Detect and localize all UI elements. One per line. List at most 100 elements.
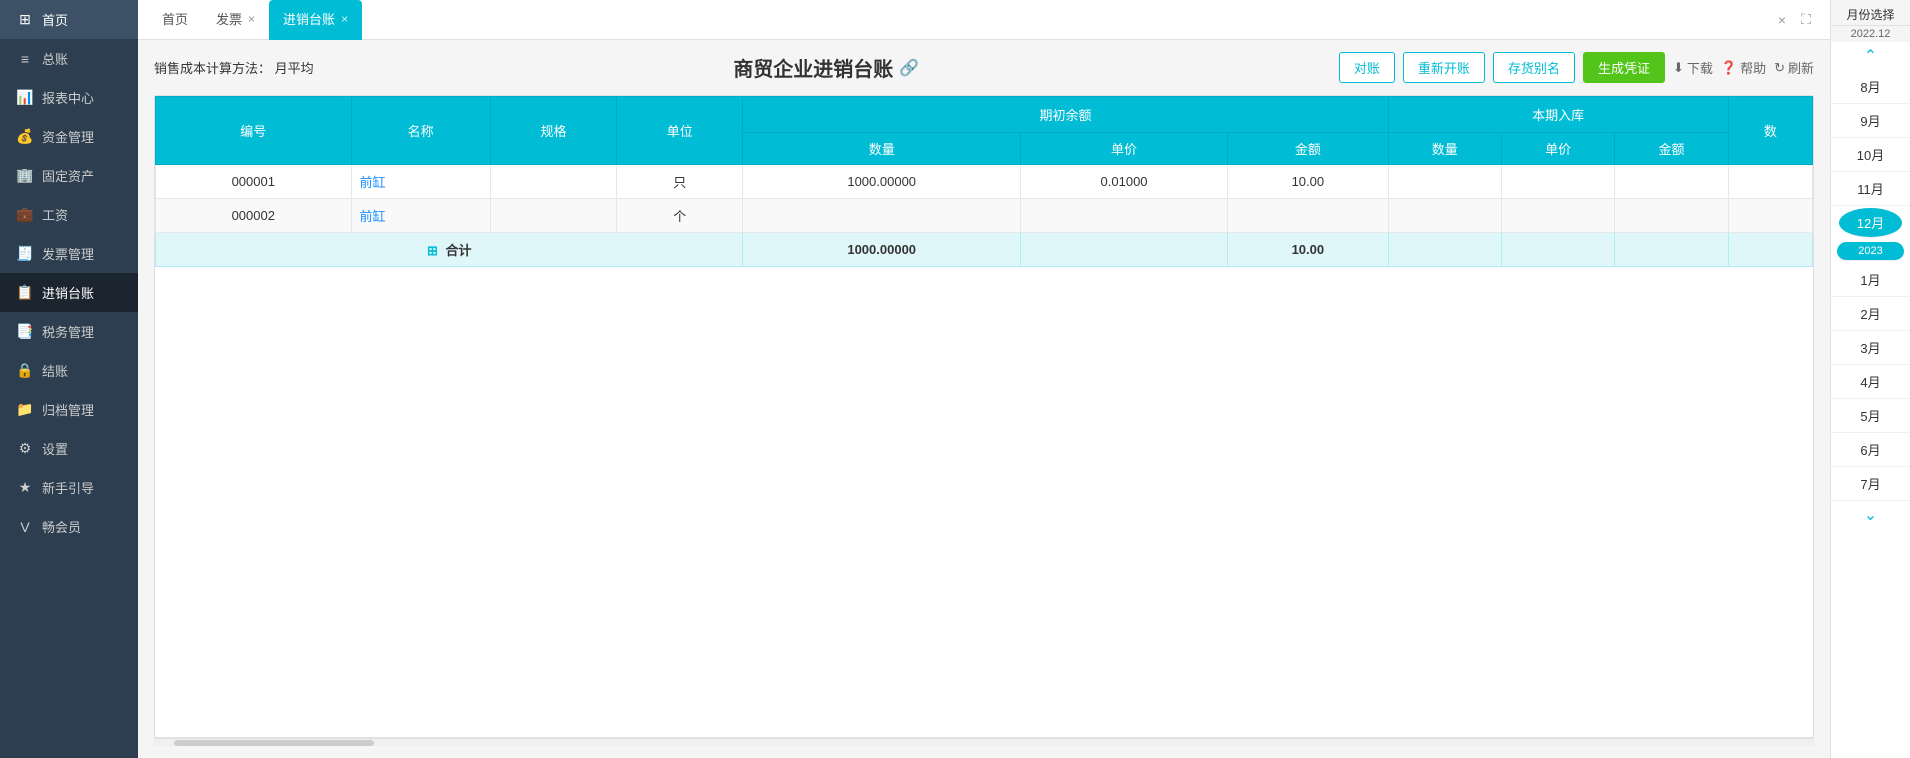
sidebar-item-home[interactable]: ⊞ 首页: [0, 0, 138, 39]
total-in-amount: [1615, 233, 1728, 267]
cell-in-price: [1501, 199, 1614, 233]
cell-id: 000002: [156, 199, 352, 233]
save-alias-button[interactable]: 存货别名: [1493, 52, 1575, 83]
ledger-icon: ≡: [16, 51, 34, 67]
cell-opening-price: 0.01000: [1020, 165, 1227, 199]
cell-in-price: [1501, 165, 1614, 199]
cell-opening-qty: [743, 199, 1020, 233]
sidebar-item-label: 税务管理: [42, 322, 94, 341]
col-in-price: 单价: [1501, 133, 1614, 165]
tab-purchase-sale-close[interactable]: ×: [341, 12, 348, 26]
tab-invoice-close[interactable]: ×: [248, 12, 255, 26]
month-item-11[interactable]: 11月: [1831, 172, 1910, 206]
col-opening-qty: 数量: [743, 133, 1020, 165]
month-item-10[interactable]: 10月: [1831, 138, 1910, 172]
download-button[interactable]: ⬇ 下载: [1673, 58, 1713, 77]
sidebar-item-payroll[interactable]: 💼 工资: [0, 195, 138, 234]
horizontal-scrollbar[interactable]: [154, 738, 1814, 746]
title-link-icon[interactable]: 🔗: [899, 58, 919, 78]
data-table: 编号 名称 规格 单位 期初余额 本期入库 数 数量 单价 金额 数量 单价: [155, 96, 1813, 267]
sidebar-item-settings[interactable]: ⚙ 设置: [0, 429, 138, 468]
total-icon: ⊞: [427, 243, 438, 258]
sidebar-item-label: 结账: [42, 361, 68, 380]
cell-unit: 个: [617, 199, 743, 233]
tab-home[interactable]: 首页: [148, 0, 202, 40]
cell-in-qty: [1388, 165, 1501, 199]
sidebar-item-guide[interactable]: ★ 新手引导: [0, 468, 138, 507]
tab-home-label: 首页: [162, 9, 188, 28]
close-account-icon: 🔒: [16, 362, 34, 379]
month-scroll-up[interactable]: ⌃: [1831, 42, 1910, 70]
help-icon: ❓: [1721, 60, 1737, 76]
cell-in-amount: [1615, 165, 1728, 199]
cell-spec: [490, 165, 616, 199]
table-body: 000001 前缸 只 1000.00000 0.01000 10.00: [156, 165, 1813, 267]
table-header-row1: 编号 名称 规格 单位 期初余额 本期入库 数: [156, 97, 1813, 133]
cell-name: 前缸: [351, 199, 490, 233]
cell-opening-price: [1020, 199, 1227, 233]
month-item-12[interactable]: 12月: [1839, 208, 1902, 238]
cell-unit: 只: [617, 165, 743, 199]
col-group-opening: 期初余额: [743, 97, 1388, 133]
page-content: 销售成本计算方法： 月平均 商贸企业进销台账 🔗 对账 重新开账 存货别名 生成…: [138, 40, 1830, 758]
month-item-2023-1[interactable]: 1月: [1831, 263, 1910, 297]
sidebar-item-label: 设置: [42, 439, 68, 458]
table-row: 000002 前缸 个: [156, 199, 1813, 233]
sales-method: 销售成本计算方法： 月平均: [154, 58, 314, 77]
row-name-link[interactable]: 前缸: [360, 175, 386, 190]
minimize-button[interactable]: ×: [1772, 10, 1792, 30]
month-item-2023-3[interactable]: 3月: [1831, 331, 1910, 365]
col-spec: 规格: [490, 97, 616, 165]
sidebar-item-purchase-sale[interactable]: 📋 进销台账: [0, 273, 138, 312]
sidebar-item-label: 归档管理: [42, 400, 94, 419]
month-scroll-down[interactable]: ⌄: [1831, 501, 1910, 529]
download-icon: ⬇: [1673, 60, 1684, 76]
total-row: ⊞ 合计 1000.00000 10.00: [156, 233, 1813, 267]
cell-opening-amount: 10.00: [1228, 165, 1388, 199]
table-container: 编号 名称 规格 单位 期初余额 本期入库 数 数量 单价 金额 数量 单价: [154, 95, 1814, 738]
sidebar-item-close[interactable]: 🔒 结账: [0, 351, 138, 390]
month-item-2023-2[interactable]: 2月: [1831, 297, 1910, 331]
total-label-text: 合计: [445, 243, 471, 258]
total-opening-amount: 10.00: [1228, 233, 1388, 267]
sidebar-item-label: 报表中心: [42, 88, 94, 107]
month-item-2023-6[interactable]: 6月: [1831, 433, 1910, 467]
cell-spec: [490, 199, 616, 233]
sidebar-item-funds[interactable]: 💰 资金管理: [0, 117, 138, 156]
sidebar-item-ledger[interactable]: ≡ 总账: [0, 39, 138, 78]
cell-opening-amount: [1228, 199, 1388, 233]
col-unit: 单位: [617, 97, 743, 165]
scrollbar-thumb[interactable]: [174, 740, 374, 746]
sidebar: ⊞ 首页 ≡ 总账 📊 报表中心 💰 资金管理 🏢 固定资产 💼 工资 🧾 发票…: [0, 0, 138, 758]
month-item-2023-5[interactable]: 5月: [1831, 399, 1910, 433]
generate-voucher-button[interactable]: 生成凭证: [1583, 52, 1665, 83]
sidebar-item-archive[interactable]: 📁 归档管理: [0, 390, 138, 429]
tab-purchase-sale[interactable]: 进销台账 ×: [269, 0, 362, 40]
refresh-icon: ↻: [1774, 60, 1785, 76]
sidebar-item-invoice-mgmt[interactable]: 🧾 发票管理: [0, 234, 138, 273]
help-button[interactable]: ❓ 帮助: [1721, 58, 1766, 77]
refresh-button[interactable]: ↻ 刷新: [1774, 58, 1814, 77]
cell-opening-qty: 1000.00000: [743, 165, 1020, 199]
month-panel-title: 月份选择: [1831, 0, 1910, 26]
download-label: 下载: [1687, 58, 1713, 77]
month-panel: 月份选择 2022.12 ⌃ 8月 9月 10月 11月 12月 2023 1月…: [1830, 0, 1910, 758]
match-button[interactable]: 对账: [1339, 52, 1395, 83]
funds-icon: 💰: [16, 128, 34, 145]
invoice-mgmt-icon: 🧾: [16, 245, 34, 262]
sidebar-item-reports[interactable]: 📊 报表中心: [0, 78, 138, 117]
maximize-button[interactable]: ⛶: [1796, 10, 1816, 30]
month-item-2023-7[interactable]: 7月: [1831, 467, 1910, 501]
sidebar-item-assets[interactable]: 🏢 固定资产: [0, 156, 138, 195]
month-item-2023-4[interactable]: 4月: [1831, 365, 1910, 399]
sidebar-item-tax[interactable]: 📑 税务管理: [0, 312, 138, 351]
col-id: 编号: [156, 97, 352, 165]
reports-icon: 📊: [16, 89, 34, 106]
row-name-link[interactable]: 前缸: [360, 209, 386, 224]
reopen-button[interactable]: 重新开账: [1403, 52, 1485, 83]
month-item-9[interactable]: 9月: [1831, 104, 1910, 138]
month-item-8[interactable]: 8月: [1831, 70, 1910, 104]
tab-invoice[interactable]: 发票 ×: [202, 0, 269, 40]
sidebar-item-member[interactable]: V 畅会员: [0, 507, 138, 546]
sidebar-item-label: 首页: [42, 10, 68, 29]
